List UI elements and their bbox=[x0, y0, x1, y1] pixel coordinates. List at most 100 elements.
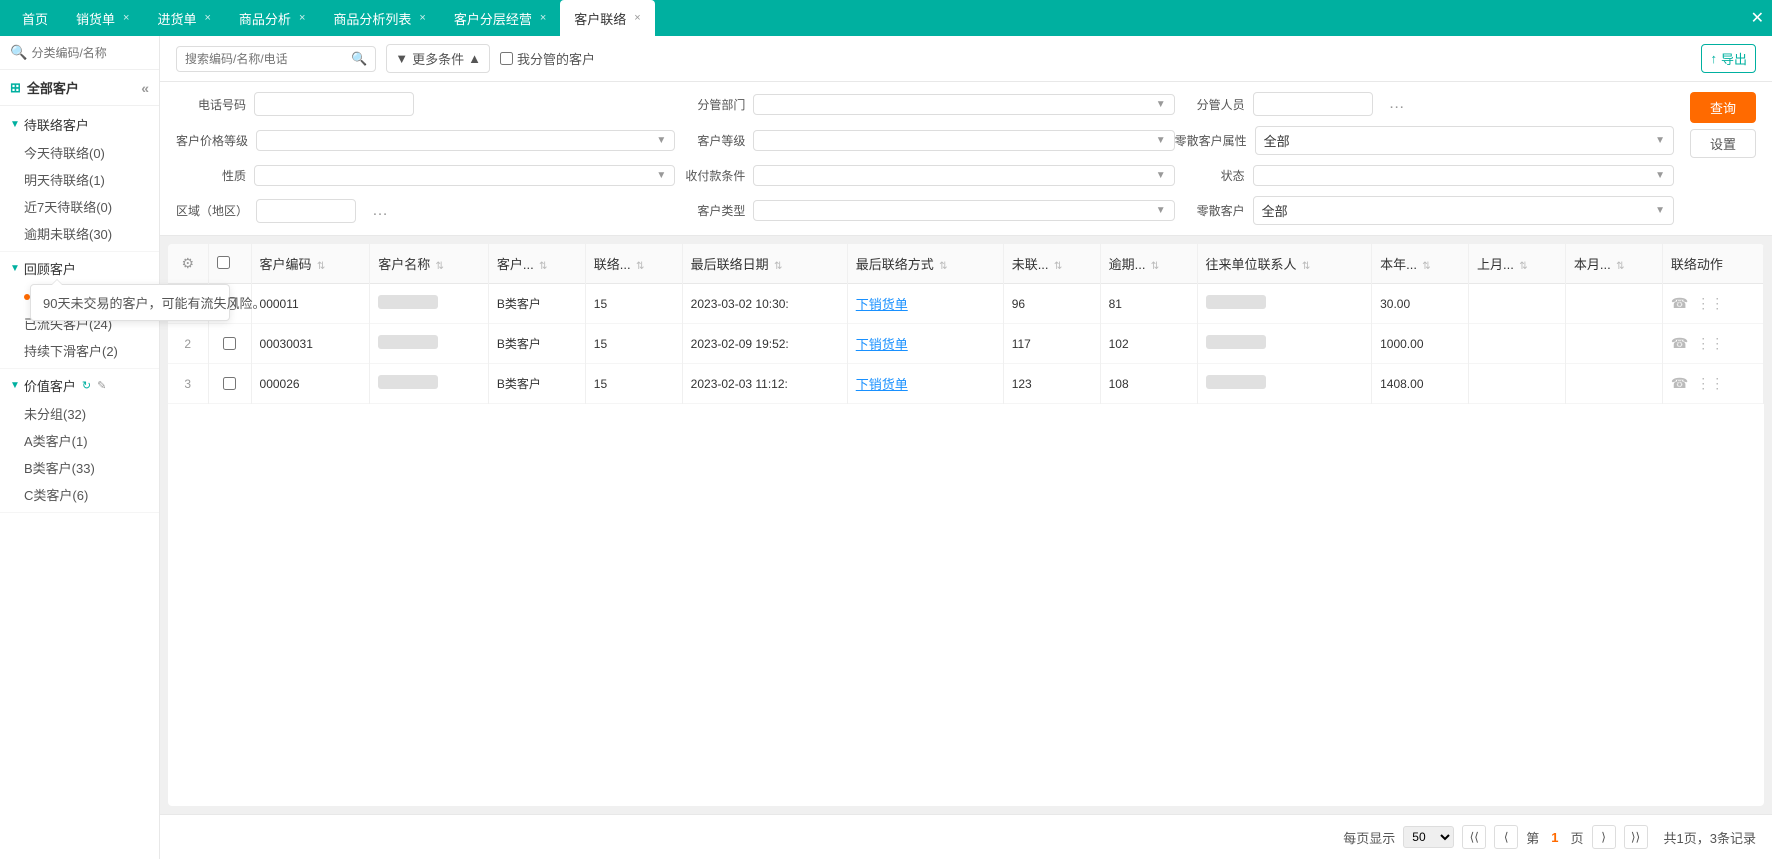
filter-select-customer-type[interactable]: ▼ bbox=[753, 200, 1174, 221]
content-area: 🔍 ▼ 更多条件 ▲ 我分管的客户 ↑ 导出 bbox=[160, 36, 1772, 859]
filter-input-manager[interactable] bbox=[1253, 92, 1373, 116]
filter-select-zero-customer[interactable]: 全部 ▼ bbox=[1253, 196, 1674, 225]
sort-icon-code[interactable]: ⇅ bbox=[317, 261, 325, 272]
settings-button[interactable]: 设置 bbox=[1690, 129, 1756, 158]
tab-product-analysis-list[interactable]: 商品分析列表 × bbox=[319, 0, 439, 36]
tab-close-product-analysis-list[interactable]: × bbox=[419, 12, 425, 24]
filter-select-status[interactable]: ▼ bbox=[1253, 165, 1674, 186]
sort-icon-name[interactable]: ⇅ bbox=[436, 261, 444, 272]
filter-select-customer-level[interactable]: ▼ bbox=[753, 130, 1174, 151]
search-button-icon[interactable]: 🔍 bbox=[351, 51, 367, 67]
td-code-2: 00030031 bbox=[251, 324, 370, 364]
sort-icon-unit-contact[interactable]: ⇅ bbox=[1302, 261, 1310, 272]
more-action-icon-2[interactable]: ⋮⋮ bbox=[1696, 335, 1724, 352]
my-customers-checkbox-label[interactable]: 我分管的客户 bbox=[500, 49, 595, 68]
more-conditions-button[interactable]: ▼ 更多条件 ▲ bbox=[386, 44, 490, 73]
tab-purchase-order[interactable]: 进货单 × bbox=[143, 0, 224, 36]
sidebar-item-declining[interactable]: 持续下滑客户(2) bbox=[0, 337, 159, 364]
filter-select-zero-attr[interactable]: 全部 ▼ bbox=[1255, 126, 1674, 155]
last-method-link-2[interactable]: 下销货单 bbox=[856, 337, 908, 352]
row-checkbox-3[interactable] bbox=[223, 377, 236, 390]
sidebar-item-today-pending[interactable]: 今天待联络(0) bbox=[0, 139, 159, 166]
sidebar-collapse-button[interactable]: « bbox=[141, 80, 149, 96]
filter-panel: 电话号码 分管部门 ▼ 分管人员 bbox=[160, 82, 1772, 236]
tab-close-product-analysis[interactable]: × bbox=[299, 12, 305, 24]
more-btn-region[interactable]: … bbox=[364, 202, 396, 220]
sort-icon-type[interactable]: ⇅ bbox=[539, 261, 547, 272]
td-checkbox-2 bbox=[208, 324, 251, 364]
sort-icon-overdue[interactable]: ⇅ bbox=[1151, 261, 1159, 272]
last-method-link-3[interactable]: 下销货单 bbox=[856, 377, 908, 392]
tab-customer-contact[interactable]: 客户联络 × bbox=[560, 0, 654, 36]
value-edit-icon[interactable]: ✎ bbox=[97, 379, 106, 392]
sort-icon-last-month[interactable]: ⇅ bbox=[1519, 261, 1527, 272]
filter-select-nature[interactable]: ▼ bbox=[254, 165, 675, 186]
filter-cell-payment: 收付款条件 ▼ bbox=[675, 165, 1174, 186]
tab-customer-stratification[interactable]: 客户分层经营 × bbox=[440, 0, 560, 36]
search-input[interactable] bbox=[185, 52, 345, 66]
tab-close-purchase-order[interactable]: × bbox=[204, 12, 210, 24]
sort-icon-contact[interactable]: ⇅ bbox=[636, 261, 644, 272]
page-last-btn[interactable]: ⟩⟩ bbox=[1624, 825, 1648, 849]
per-page-select[interactable]: 50 100 200 bbox=[1403, 826, 1454, 848]
filter-input-region[interactable] bbox=[256, 199, 356, 223]
tab-sales-order[interactable]: 销货单 × bbox=[62, 0, 143, 36]
filter-row-2: 客户价格等级 ▼ 客户等级 ▼ bbox=[176, 126, 1674, 155]
sort-icon-last-contact-method[interactable]: ⇅ bbox=[939, 261, 947, 272]
sidebar-search-input[interactable] bbox=[31, 46, 186, 60]
sort-icon-last-contact-date[interactable]: ⇅ bbox=[774, 261, 782, 272]
contact-action-icon-3[interactable]: ☎ bbox=[1671, 375, 1688, 392]
select-all-checkbox[interactable] bbox=[217, 256, 230, 269]
column-settings-icon[interactable]: ⚙ bbox=[181, 255, 194, 271]
sidebar-item-overdue-pending[interactable]: 逾期未联络(30) bbox=[0, 220, 159, 247]
filter-cell-region: 区域（地区） … bbox=[176, 199, 675, 223]
filter-label-phone: 电话号码 bbox=[176, 96, 246, 113]
row-checkbox-2[interactable] bbox=[223, 337, 236, 350]
blurred-unit-contact-2 bbox=[1206, 335, 1266, 349]
tab-close-sales-order[interactable]: × bbox=[123, 12, 129, 24]
filter-input-phone[interactable] bbox=[254, 92, 414, 116]
sort-icon-this-month[interactable]: ⇅ bbox=[1616, 261, 1624, 272]
tab-homepage[interactable]: 首页 bbox=[8, 0, 62, 36]
sidebar-item-class-c[interactable]: C类客户(6) bbox=[0, 481, 159, 508]
value-refresh-icon[interactable]: ↻ bbox=[82, 379, 91, 392]
page-next-btn[interactable]: ⟩ bbox=[1592, 825, 1616, 849]
td-overdue-2: 102 bbox=[1100, 324, 1197, 364]
more-action-icon-3[interactable]: ⋮⋮ bbox=[1696, 375, 1724, 392]
filter-select-dept[interactable]: ▼ bbox=[753, 94, 1174, 115]
sidebar-item-unclassified[interactable]: 未分组(32) bbox=[0, 400, 159, 427]
export-button[interactable]: ↑ 导出 bbox=[1701, 44, 1756, 73]
more-action-icon-1[interactable]: ⋮⋮ bbox=[1696, 295, 1724, 312]
sidebar-section-title-review[interactable]: ▼ 回顾客户 bbox=[0, 254, 159, 283]
filter-select-price-level[interactable]: ▼ bbox=[256, 130, 675, 151]
sidebar-item-tomorrow-pending[interactable]: 明天待联络(1) bbox=[0, 166, 159, 193]
sort-icon-not-contacted[interactable]: ⇅ bbox=[1054, 261, 1062, 272]
sidebar-section-title-value[interactable]: ▼ 价值客户 ↻ ✎ bbox=[0, 371, 159, 400]
sidebar-item-class-a[interactable]: A类客户(1) bbox=[0, 427, 159, 454]
page-first-btn[interactable]: ⟨⟨ bbox=[1462, 825, 1486, 849]
more-btn-manager[interactable]: … bbox=[1381, 95, 1413, 113]
sort-icon-this-year[interactable]: ⇅ bbox=[1422, 261, 1430, 272]
sidebar-section-title-pending[interactable]: ▼ 待联络客户 bbox=[0, 110, 159, 139]
td-last-method-2: 下销货单 bbox=[847, 324, 1003, 364]
td-not-contacted-3: 123 bbox=[1003, 364, 1100, 404]
query-button[interactable]: 查询 bbox=[1690, 92, 1756, 123]
filter-bar: 🔍 ▼ 更多条件 ▲ 我分管的客户 ↑ 导出 bbox=[160, 36, 1772, 82]
sidebar-header: ⊞ 全部客户 « bbox=[0, 70, 159, 106]
churn-tooltip: 90天未交易的客户，可能有流失风险。 bbox=[30, 284, 230, 321]
tab-close-customer-stratification[interactable]: × bbox=[540, 12, 546, 24]
page-prev-btn[interactable]: ⟨ bbox=[1494, 825, 1518, 849]
contact-action-icon-1[interactable]: ☎ bbox=[1671, 295, 1688, 312]
my-customers-checkbox[interactable] bbox=[500, 52, 513, 65]
sidebar-item-7days-pending[interactable]: 近7天待联络(0) bbox=[0, 193, 159, 220]
th-this-month: 本月... ⇅ bbox=[1565, 244, 1662, 284]
chevron-down-icon-status: ▼ bbox=[1655, 170, 1665, 181]
last-method-link-1[interactable]: 下销货单 bbox=[856, 297, 908, 312]
window-close-button[interactable]: ✕ bbox=[1751, 8, 1764, 28]
sidebar-item-class-b[interactable]: B类客户(33) bbox=[0, 454, 159, 481]
filter-select-payment[interactable]: ▼ bbox=[753, 165, 1174, 186]
tab-close-customer-contact[interactable]: × bbox=[634, 12, 640, 24]
th-name: 客户名称 ⇅ bbox=[370, 244, 489, 284]
tab-product-analysis[interactable]: 商品分析 × bbox=[225, 0, 319, 36]
contact-action-icon-2[interactable]: ☎ bbox=[1671, 335, 1688, 352]
